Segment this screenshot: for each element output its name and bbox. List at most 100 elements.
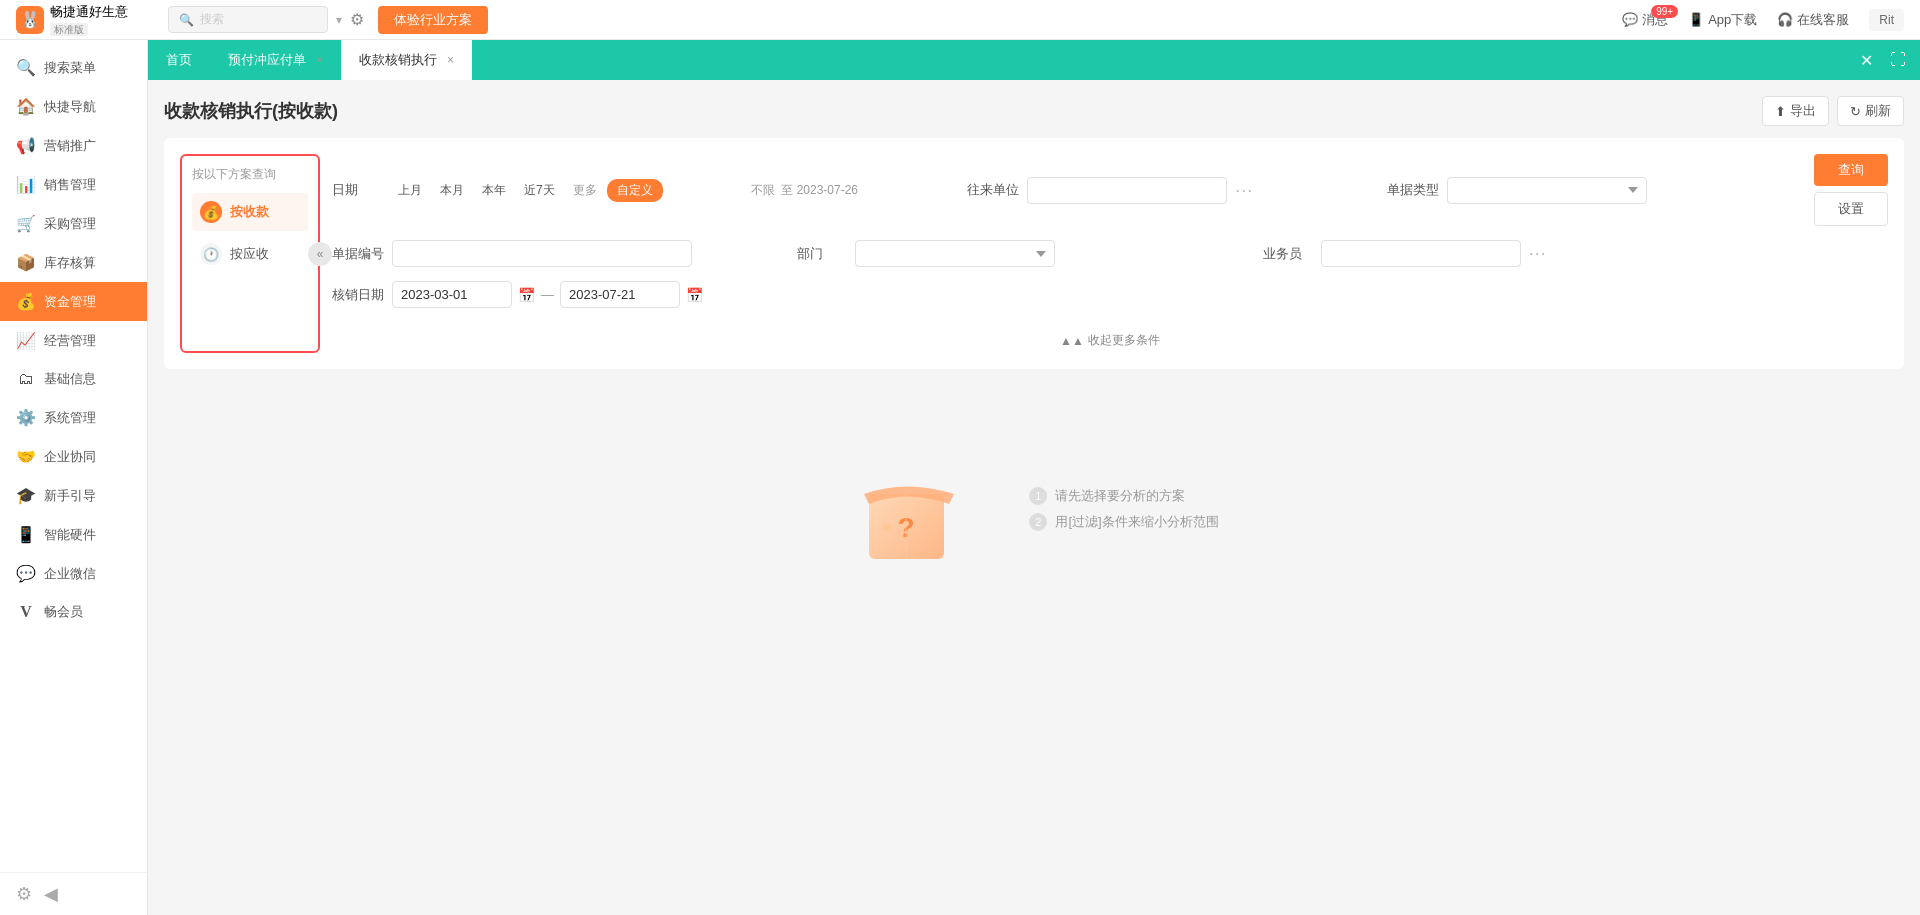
filter-scheme-selector: 按以下方案查询 💰 按收款 🕐 按应收 « — [180, 154, 320, 353]
sidebar-label-collab: 企业协同 — [44, 448, 96, 466]
writeoff-date-start-input[interactable] — [392, 281, 512, 308]
sidebar-item-wechat[interactable]: 💬 企业微信 — [0, 554, 147, 593]
sidebar-item-vip[interactable]: V 畅会员 — [0, 593, 147, 631]
sidebar-settings-icon[interactable]: ⚙ — [16, 883, 32, 905]
tab-home[interactable]: 首页 — [148, 40, 210, 80]
export-button[interactable]: ⬆ 导出 — [1762, 96, 1829, 126]
writeoff-date-label: 核销日期 — [332, 286, 384, 304]
date-no-limit-text: 不限 — [751, 182, 775, 199]
counterparty-input[interactable] — [1027, 177, 1227, 204]
maximize-icon[interactable]: ⛶ — [1886, 48, 1910, 72]
topbar-middle: 体验行业方案 — [368, 6, 1622, 34]
app-download-label: App下载 — [1708, 11, 1757, 29]
svg-point-4 — [926, 514, 932, 520]
tab-writeoff[interactable]: 收款核销执行 × — [341, 40, 472, 80]
date-tab-custom[interactable]: 自定义 — [607, 179, 663, 202]
writeoff-date-end-calendar-icon[interactable]: 📅 — [686, 287, 703, 303]
sidebar-item-management[interactable]: 📈 经营管理 — [0, 321, 147, 360]
action-buttons: 查询 设置 — [1814, 154, 1888, 226]
top-bar: 🐰 畅捷通好生意 标准版 🔍 搜索 ▾ ⚙ 体验行业方案 💬 消息 99+ 📱 … — [0, 0, 1920, 40]
search-input[interactable]: 🔍 搜索 — [168, 6, 328, 33]
close-all-tabs-icon[interactable]: ✕ — [1854, 48, 1878, 72]
writeoff-date-start-calendar-icon[interactable]: 📅 — [518, 287, 535, 303]
sidebar-label-wechat: 企业微信 — [44, 565, 96, 583]
sidebar-item-shortcuts[interactable]: 🏠 快捷导航 — [0, 87, 147, 126]
refresh-button[interactable]: ↻ 刷新 — [1837, 96, 1904, 126]
salesperson-input[interactable] — [1321, 240, 1521, 267]
sidebar-item-purchase[interactable]: 🛒 采购管理 — [0, 204, 147, 243]
filter-row-1: 日期 上月 本月 本年 近7天 更多 自定义 不限 至 2023-07-26 往 — [332, 154, 1888, 226]
payment-option-icon: 💰 — [200, 201, 222, 223]
date-tab-more[interactable]: 更多 — [565, 179, 605, 202]
sidebar-item-system[interactable]: ⚙️ 系统管理 — [0, 398, 147, 437]
tab-writeoff-close-icon[interactable]: × — [447, 53, 454, 67]
message-action[interactable]: 💬 消息 99+ — [1622, 11, 1668, 29]
hardware-icon: 📱 — [16, 525, 36, 544]
step-1-badge: 1 — [1029, 487, 1047, 505]
industry-solution-button[interactable]: 体验行业方案 — [378, 6, 488, 34]
marketing-icon: 📢 — [16, 136, 36, 155]
dept-label: 部门 — [797, 245, 847, 263]
empty-hint-2: 2 用[过滤]条件来缩小分析范围 — [1029, 513, 1218, 531]
sidebar-item-search[interactable]: 🔍 搜索菜单 — [0, 48, 147, 87]
filter-row-3: 核销日期 📅 — 📅 — [332, 281, 1888, 308]
date-no-limit-area: 不限 至 2023-07-26 — [751, 182, 951, 199]
empty-state: ? 1 请先选择要分析的方案 2 用[过滤]条件来缩小分析范围 — [164, 449, 1904, 569]
date-tab-last-month[interactable]: 上月 — [390, 179, 430, 202]
collapse-up-icon: ▲▲ — [1060, 334, 1084, 348]
sidebar-item-finance[interactable]: 💰 资金管理 — [0, 282, 147, 321]
sidebar-item-inventory[interactable]: 📦 库存核算 — [0, 243, 147, 282]
salesperson-field: 业务员 ··· — [1263, 240, 1712, 267]
sidebar-item-marketing[interactable]: 📢 营销推广 — [0, 126, 147, 165]
user-area[interactable]: Rit — [1869, 9, 1904, 31]
query-button[interactable]: 查询 — [1814, 154, 1888, 186]
filter-option-by-receivable[interactable]: 🕐 按应收 — [192, 235, 308, 273]
filter-row-2: 单据编号 部门 业务员 ··· — [332, 240, 1888, 267]
empty-illustration: ? — [849, 449, 969, 569]
page-header: 收款核销执行(按收款) ⬆ 导出 ↻ 刷新 — [164, 96, 1904, 126]
sidebar-label-vip: 畅会员 — [44, 603, 83, 621]
topbar-gear-icon[interactable]: ⚙ — [350, 10, 364, 29]
search-area: 🔍 搜索 ▾ ⚙ — [168, 6, 368, 33]
page-title: 收款核销执行(按收款) — [164, 99, 338, 123]
sidebar-item-sales[interactable]: 📊 销售管理 — [0, 165, 147, 204]
tab-prepay[interactable]: 预付冲应付单 × — [210, 40, 341, 80]
app-download-action[interactable]: 📱 App下载 — [1688, 11, 1757, 29]
writeoff-date-end-input[interactable] — [560, 281, 680, 308]
scheme-collapse-button[interactable]: « — [308, 242, 332, 266]
app-download-icon: 📱 — [1688, 12, 1704, 27]
tab-prepay-close-icon[interactable]: × — [316, 53, 323, 67]
sidebar-item-hardware[interactable]: 📱 智能硬件 — [0, 515, 147, 554]
settings-button[interactable]: 设置 — [1814, 192, 1888, 226]
logo-text-area: 畅捷通好生意 标准版 — [50, 3, 128, 37]
bill-no-input[interactable] — [392, 240, 692, 267]
sidebar-item-basic-info[interactable]: 🗂 基础信息 — [0, 360, 147, 398]
filter-scheme-title: 按以下方案查询 — [192, 166, 308, 183]
salesperson-dots-icon[interactable]: ··· — [1529, 243, 1547, 264]
date-tab-7days[interactable]: 近7天 — [516, 179, 563, 202]
refresh-icon: ↻ — [1850, 104, 1861, 119]
search-placeholder: 搜索 — [200, 11, 224, 28]
online-service-action[interactable]: 🎧 在线客服 — [1777, 11, 1849, 29]
page-actions: ⬆ 导出 ↻ 刷新 — [1762, 96, 1904, 126]
filter-option-by-payment[interactable]: 💰 按收款 — [192, 193, 308, 231]
dept-field: 部门 — [797, 240, 1246, 267]
sidebar-item-guide[interactable]: 🎓 新手引导 — [0, 476, 147, 515]
online-service-label: 在线客服 — [1797, 11, 1849, 29]
sidebar-collapse-icon[interactable]: ◀ — [44, 883, 58, 905]
search-chevron-icon[interactable]: ▾ — [336, 13, 342, 27]
guide-icon: 🎓 — [16, 486, 36, 505]
date-tab-this-month[interactable]: 本月 — [432, 179, 472, 202]
system-icon: ⚙️ — [16, 408, 36, 427]
sidebar-item-collab[interactable]: 🤝 企业协同 — [0, 437, 147, 476]
user-name: Rit — [1879, 13, 1894, 27]
bill-type-select[interactable] — [1447, 177, 1647, 204]
dept-select[interactable] — [855, 240, 1055, 267]
writeoff-date-range: 📅 — 📅 — [392, 281, 703, 308]
sidebar-label-basic-info: 基础信息 — [44, 370, 96, 388]
counterparty-dots-icon[interactable]: ··· — [1235, 180, 1253, 201]
date-tab-this-year[interactable]: 本年 — [474, 179, 514, 202]
sales-icon: 📊 — [16, 175, 36, 194]
svg-point-3 — [883, 523, 891, 531]
collapse-conditions-button[interactable]: ▲▲ 收起更多条件 — [1044, 328, 1176, 353]
